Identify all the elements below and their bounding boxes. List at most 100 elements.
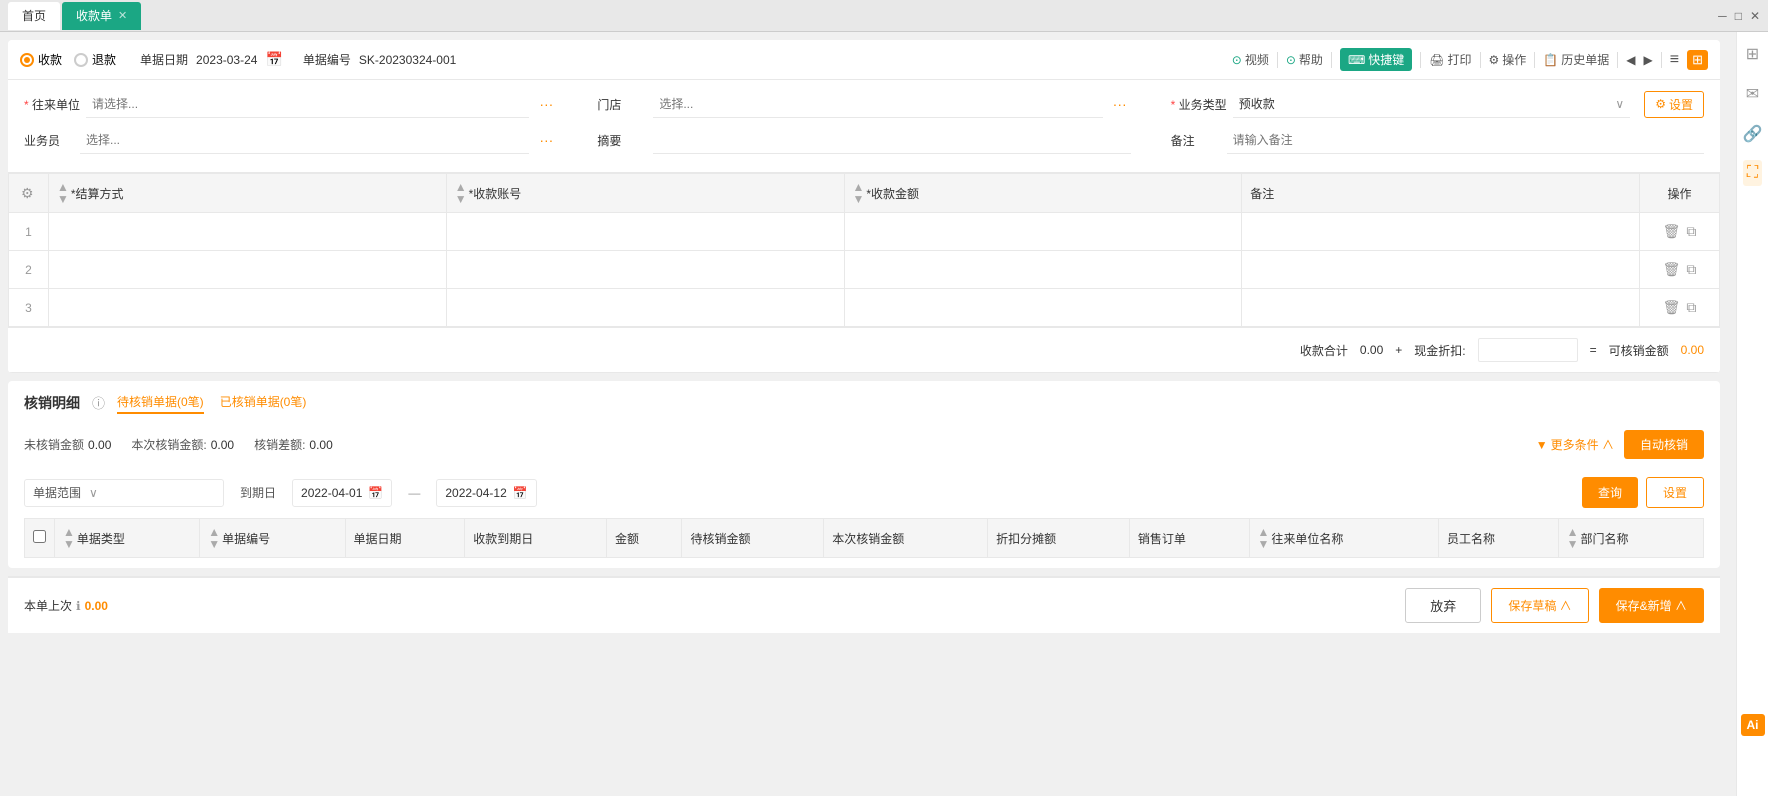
tab-receipt[interactable]: 收款单 ✕: [62, 2, 141, 30]
doc-range-select[interactable]: 单据范围 ∨: [24, 479, 224, 507]
date-label: 到期日: [240, 484, 276, 501]
radio-refund[interactable]: 退款: [74, 51, 116, 68]
calendar-from-icon[interactable]: 📅: [368, 486, 383, 500]
counterpart-more-icon[interactable]: ···: [535, 96, 557, 112]
history-btn[interactable]: 📋 历史单据: [1543, 51, 1609, 68]
current-label: 本次核销金额:: [131, 436, 206, 453]
video-btn[interactable]: ⊙ 视频: [1232, 51, 1269, 68]
col-dept: ▲▼ 部门名称: [1558, 519, 1703, 558]
calendar-icon[interactable]: 📅: [265, 51, 282, 68]
col-doc-date-label: 单据日期: [354, 532, 402, 546]
settings-button[interactable]: ⚙ 设置: [1644, 91, 1704, 118]
staff-more-icon[interactable]: ···: [535, 132, 557, 148]
settings-label: 设置: [1669, 96, 1693, 113]
row-3-copy-icon[interactable]: ⧉: [1686, 299, 1696, 316]
more-conditions-btn[interactable]: ▼ 更多条件 ∧: [1536, 436, 1614, 453]
date-from-input[interactable]: 2022-04-01 📅: [292, 479, 392, 507]
row-2-copy-icon[interactable]: ⧉: [1686, 261, 1696, 278]
row-1-num: 1: [9, 213, 49, 251]
sidebar-table-icon[interactable]: ⊞: [1742, 40, 1763, 68]
next-btn[interactable]: ▶: [1644, 53, 1653, 67]
abstract-input[interactable]: [653, 126, 1130, 154]
row-1-copy-icon[interactable]: ⧉: [1686, 223, 1696, 240]
row-1-remark[interactable]: [1242, 213, 1640, 251]
date-to-input[interactable]: 2022-04-12 📅: [436, 479, 536, 507]
prev-label: 本单上次: [24, 597, 72, 614]
divider-1: [1277, 52, 1278, 68]
select-all-checkbox[interactable]: [33, 530, 46, 543]
prev-value: 0.00: [85, 599, 108, 613]
maximize-icon[interactable]: □: [1735, 9, 1742, 23]
save-draft-btn[interactable]: 保存草稿 ∧: [1491, 588, 1588, 623]
radio-collect[interactable]: 收款: [20, 51, 62, 68]
row-1-delete-icon[interactable]: 🗑: [1663, 223, 1681, 240]
col-doc-date: 单据日期: [345, 519, 465, 558]
sidebar-attach-icon[interactable]: 🔗: [1739, 120, 1767, 148]
col-gear: ⚙: [9, 174, 49, 213]
col-sales-order-label: 销售订单: [1138, 532, 1186, 546]
row-3-settlement[interactable]: [49, 289, 447, 327]
row-3-delete-icon[interactable]: 🗑: [1663, 299, 1681, 316]
filter-settings-btn[interactable]: 设置: [1646, 477, 1704, 508]
auto-verify-btn[interactable]: 自动核销: [1624, 430, 1704, 459]
form-row-2: 业务员 ··· 摘要 备注: [24, 126, 1704, 154]
calendar-to-icon[interactable]: 📅: [513, 486, 528, 500]
sidebar-expand-icon[interactable]: ⛶: [1743, 160, 1762, 186]
col-actions-label: 操作: [1667, 187, 1691, 201]
row-2-delete-icon[interactable]: 🗑: [1663, 261, 1681, 278]
staff-input[interactable]: [80, 126, 529, 154]
radio-collect-label: 收款: [38, 51, 62, 68]
remark-input[interactable]: [1227, 126, 1704, 154]
row-3-amount[interactable]: [844, 289, 1242, 327]
prev-btn[interactable]: ◀: [1626, 53, 1635, 67]
store-input[interactable]: [653, 90, 1102, 118]
col-staff: 员工名称: [1438, 519, 1558, 558]
list-view-btn[interactable]: ≡: [1670, 51, 1679, 69]
tab-pending[interactable]: 待核销单据(0笔): [117, 391, 204, 414]
col-counterpart: ▲▼ 往来单位名称: [1249, 519, 1438, 558]
store-label: 门店: [597, 96, 647, 113]
print-btn[interactable]: 🖨 打印: [1429, 51, 1471, 68]
footer-info-icon[interactable]: ℹ: [76, 599, 81, 613]
discount-input[interactable]: [1478, 338, 1578, 362]
tab-done[interactable]: 已核销单据(0笔): [220, 391, 307, 414]
store-more-icon[interactable]: ···: [1109, 96, 1131, 112]
col-sales-order: 销售订单: [1129, 519, 1249, 558]
row-1-amount[interactable]: [844, 213, 1242, 251]
close-icon[interactable]: ✕: [1750, 9, 1760, 23]
unchecked-label: 未核销金额: [24, 436, 84, 453]
col-pending-amount: 待核销金额: [682, 519, 824, 558]
save-new-btn[interactable]: 保存&新增 ∧: [1599, 588, 1704, 623]
row-2-settlement[interactable]: [49, 251, 447, 289]
counterpart-input[interactable]: [86, 90, 529, 118]
col-remark-label: 备注: [1250, 187, 1274, 201]
date-to-value: 2022-04-12: [445, 486, 506, 500]
operate-btn[interactable]: ⚙ 操作: [1489, 51, 1527, 68]
biz-type-value: 预收款: [1239, 95, 1275, 112]
tab-home[interactable]: 首页: [8, 2, 60, 30]
row-2-amount[interactable]: [844, 251, 1242, 289]
shortcut-btn[interactable]: ⌨ 快捷键: [1340, 48, 1412, 71]
summary-row: 收款合计 0.00 + 现金折扣: = 可核销金额 0.00: [8, 328, 1720, 373]
toolbar-actions: ⊙ 视频 ⊙ 帮助 ⌨ 快捷键 🖨: [1232, 48, 1708, 71]
row-3-account[interactable]: [446, 289, 844, 327]
sidebar-mail-icon[interactable]: ✉: [1742, 80, 1763, 108]
help-btn[interactable]: ⊙ 帮助: [1286, 51, 1323, 68]
row-1-account[interactable]: [446, 213, 844, 251]
biz-type-select[interactable]: 预收款 ∨: [1233, 90, 1631, 118]
tab-close-icon[interactable]: ✕: [118, 9, 127, 22]
verify-info-icon[interactable]: ⓘ: [92, 393, 105, 412]
row-2-account[interactable]: [446, 251, 844, 289]
divider-4: [1480, 52, 1481, 68]
table-gear-icon[interactable]: ⚙: [17, 181, 38, 205]
radio-refund-label: 退款: [92, 51, 116, 68]
grid-view-btn[interactable]: ⊞: [1687, 50, 1708, 70]
row-2-remark[interactable]: [1242, 251, 1640, 289]
query-btn[interactable]: 查询: [1582, 477, 1638, 508]
row-1-settlement[interactable]: [49, 213, 447, 251]
minimize-icon[interactable]: ─: [1718, 9, 1727, 23]
row-3-num: 3: [9, 289, 49, 327]
ai-label[interactable]: Ai: [1741, 714, 1765, 736]
abandon-btn[interactable]: 放弃: [1405, 588, 1481, 623]
row-3-remark[interactable]: [1242, 289, 1640, 327]
